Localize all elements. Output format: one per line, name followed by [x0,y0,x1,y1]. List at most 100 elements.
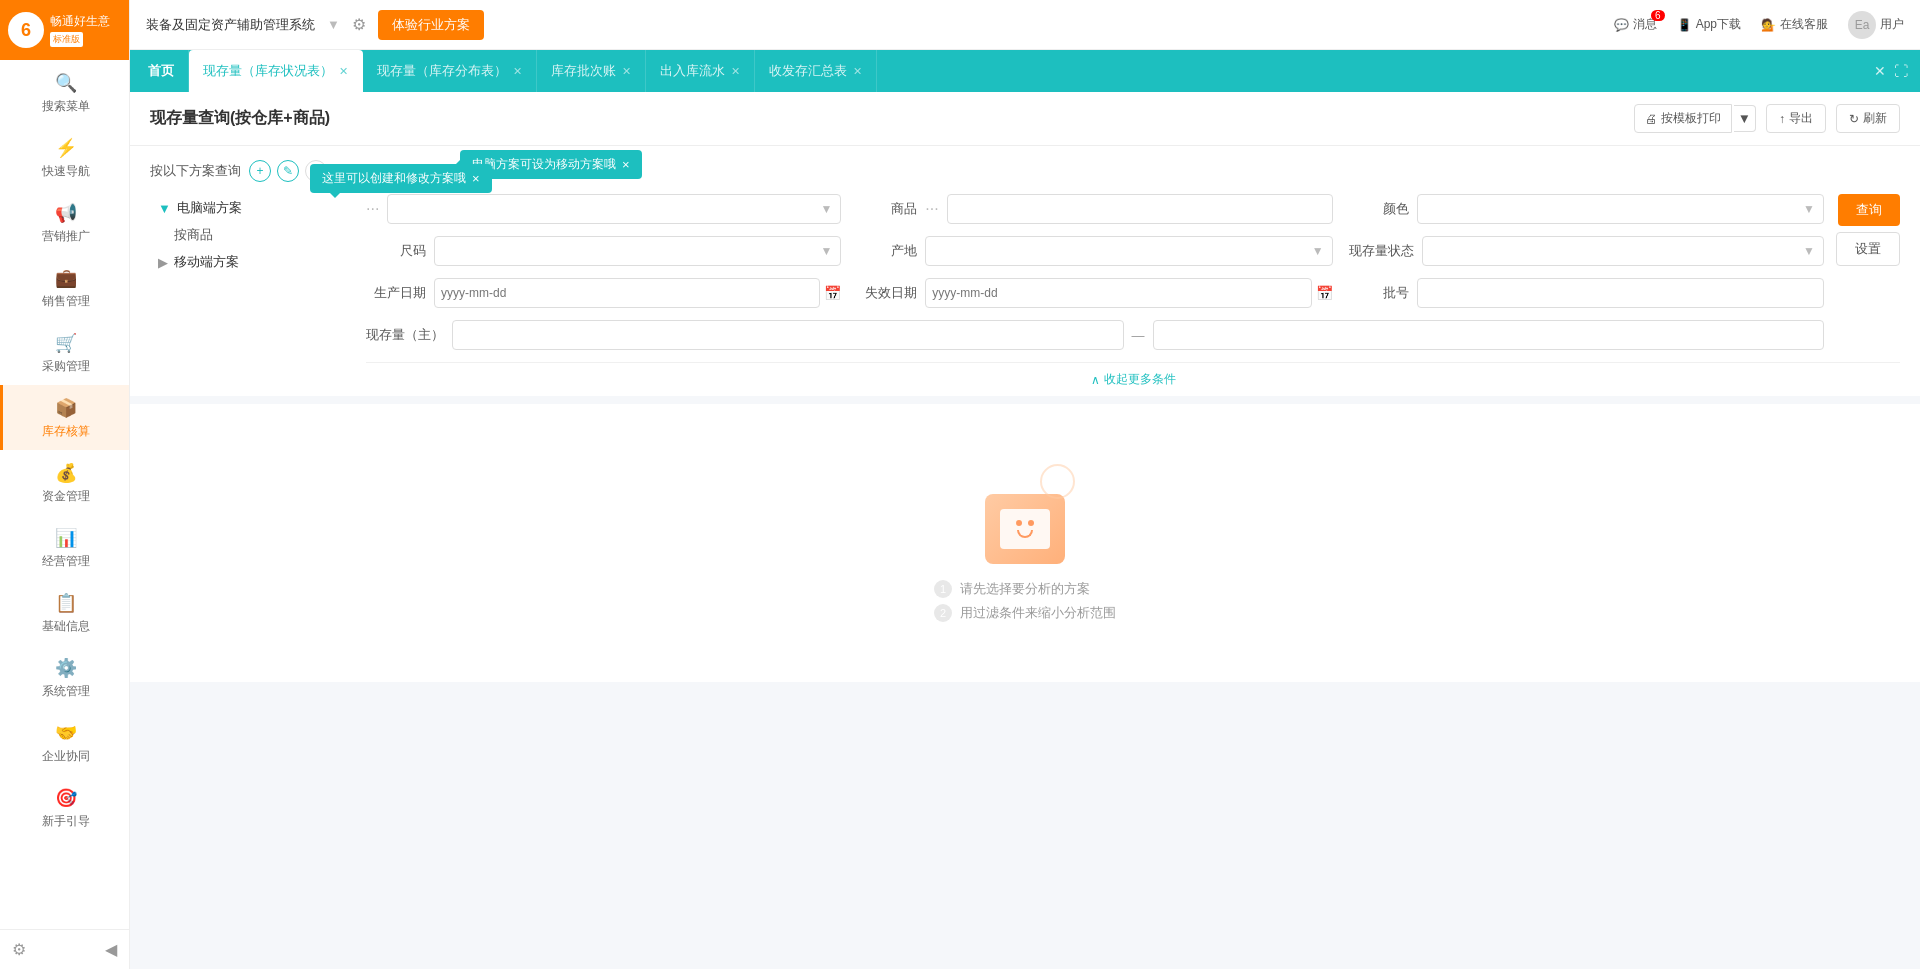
collapse-btn[interactable]: ∧ 收起更多条件 [366,362,1900,396]
add-scheme-btn[interactable]: + [249,160,271,182]
quick-nav-icon: ⚡ [55,137,77,159]
tab-bar-actions: ✕ ⛶ [1874,63,1916,79]
batch-input[interactable] [1417,278,1824,308]
origin-select[interactable]: ▼ [925,236,1332,266]
sidebar-item-operation[interactable]: 📊 经营管理 [0,515,129,580]
collapse-sidebar-icon[interactable]: ◀ [105,940,117,959]
produce-date-icon[interactable]: 📅 [824,285,841,301]
tooltip1-close[interactable]: × [622,157,630,172]
stock-status-select[interactable]: ▼ [1422,236,1824,266]
sidebar-item-basic[interactable]: 📋 基础信息 [0,580,129,645]
tab-close-batch-accounts[interactable]: ✕ [622,65,631,78]
sidebar-item-inventory[interactable]: 📦 库存核算 [0,385,129,450]
edit-scheme-btn[interactable]: ✎ [277,160,299,182]
tab-home[interactable]: 首页 [134,50,189,92]
stock-qty-from[interactable] [452,320,1124,350]
empty-tips: 1 请先选择要分析的方案 2 用过滤条件来缩小分析范围 [934,580,1116,622]
online-support-item[interactable]: 💁 在线客服 [1761,16,1828,33]
filter-origin: 产地 ▼ [857,236,1332,266]
app-download-label: App下载 [1696,16,1741,33]
phone-icon: 📱 [1677,18,1692,32]
tab-close-inventory-status[interactable]: ✕ [339,65,348,78]
sales-icon: 💼 [55,267,77,289]
search-menu-icon: 🔍 [55,72,77,94]
sidebar-nav: 🔍 搜索菜单 ⚡ 快速导航 📢 营销推广 💼 销售管理 🛒 采购管理 📦 库存核… [0,60,129,929]
expire-date-icon[interactable]: 📅 [1316,285,1333,301]
warehouse-select[interactable]: ▼ [387,194,841,224]
sidebar-item-guide[interactable]: 🎯 新手引导 [0,775,129,840]
export-button[interactable]: ↑ 导出 [1766,104,1826,133]
goods-scheme-label: 按商品 [174,226,213,244]
mobile-scheme-group[interactable]: ▶ 移动端方案 [150,248,350,276]
tab-close-inventory-dist[interactable]: ✕ [513,65,522,78]
purchase-icon: 🛒 [55,332,77,354]
sidebar-item-quicknav[interactable]: ⚡ 快速导航 [0,125,129,190]
system-name: 装备及固定资产辅助管理系统 [146,16,315,34]
filter-batch: 批号 [1349,278,1824,308]
tab-inventory-status[interactable]: 现存量（库存状况表） ✕ [189,50,363,92]
enterprise-icon: 🤝 [55,722,77,744]
tab-close-all-icon[interactable]: ✕ [1874,63,1886,79]
tab-expand-icon[interactable]: ⛶ [1894,63,1908,79]
size-label: 尺码 [366,242,426,260]
sidebar-item-purchase[interactable]: 🛒 采购管理 [0,320,129,385]
eye-left [1016,520,1022,526]
tab-collect-summary[interactable]: 收发存汇总表 ✕ [755,50,877,92]
refresh-icon: ↻ [1849,112,1859,126]
tab-in-out-flow[interactable]: 出入库流水 ✕ [646,50,755,92]
filter-stock-status: 现存量状态 ▼ [1349,236,1824,266]
experience-button[interactable]: 体验行业方案 [378,10,484,40]
finance-icon: 💰 [55,462,77,484]
filter-expire-date: 失效日期 📅 [857,278,1332,308]
basic-icon: 📋 [55,592,77,614]
sidebar-item-finance[interactable]: 💰 资金管理 [0,450,129,515]
export-icon: ↑ [1779,112,1785,126]
tab-close-in-out-flow[interactable]: ✕ [731,65,740,78]
scheme-by-goods[interactable]: 按商品 [166,222,350,248]
reset-button[interactable]: 设置 [1836,232,1900,266]
page-header: 现存量查询(按仓库+商品) 🖨 按模板打印 ▼ ↑ 导出 ↻ 刷新 [130,92,1920,146]
print-button-wrap: 🖨 按模板打印 ▼ [1634,104,1756,133]
filter-warehouse: ··· ▼ [366,194,841,224]
header-left: 装备及固定资产辅助管理系统 ▼ ⚙ 体验行业方案 [146,10,484,40]
print-button[interactable]: 🖨 按模板打印 [1634,104,1732,133]
mobile-scheme-arrow: ▶ [158,255,168,270]
size-select[interactable]: ▼ [434,236,841,266]
batch-label: 批号 [1349,284,1409,302]
stock-qty-to[interactable] [1153,320,1825,350]
sidebar-item-enterprise[interactable]: 🤝 企业协同 [0,710,129,775]
expire-date-from[interactable] [925,278,1311,308]
app-download-item[interactable]: 📱 App下载 [1677,16,1741,33]
system-icon: ⚙️ [55,657,77,679]
tab-batch-accounts[interactable]: 库存批次账 ✕ [537,50,646,92]
tab-close-collect-summary[interactable]: ✕ [853,65,862,78]
warehouse-ellipsis[interactable]: ··· [366,200,379,218]
query-button[interactable]: 查询 [1838,194,1900,226]
sidebar-bottom: ⚙ ◀ [0,929,129,969]
operation-icon: 📊 [55,527,77,549]
empty-tip-1: 1 请先选择要分析的方案 [934,580,1116,598]
sidebar-item-search[interactable]: 🔍 搜索菜单 [0,60,129,125]
produce-date-from[interactable] [434,278,820,308]
color-select[interactable]: ▼ [1417,194,1824,224]
range-dash: — [1132,328,1145,343]
filter-produce-date: 生产日期 📅 [366,278,841,308]
goods-ellipsis[interactable]: ··· [925,200,938,218]
header-settings-icon[interactable]: ⚙ [352,15,366,34]
query-buttons: 查询 设置 [1836,194,1900,266]
tab-inventory-dist[interactable]: 现存量（库存分布表） ✕ [363,50,537,92]
print-dropdown-button[interactable]: ▼ [1734,105,1756,132]
tooltip2-close[interactable]: × [472,171,480,186]
settings-icon[interactable]: ⚙ [12,940,26,959]
marketing-icon: 📢 [55,202,77,224]
pc-scheme-group[interactable]: ▼ 电脑端方案 [150,194,350,222]
sidebar-item-marketing[interactable]: 📢 营销推广 [0,190,129,255]
refresh-button[interactable]: ↻ 刷新 [1836,104,1900,133]
expire-date-label: 失效日期 [857,284,917,302]
goods-select[interactable] [947,194,1333,224]
avatar: Ea [1848,11,1876,39]
sidebar-item-sales[interactable]: 💼 销售管理 [0,255,129,320]
user-item[interactable]: Ea 用户 [1848,11,1904,39]
notification-item[interactable]: 💬 消息 6 [1614,16,1657,33]
sidebar-item-system[interactable]: ⚙️ 系统管理 [0,645,129,710]
